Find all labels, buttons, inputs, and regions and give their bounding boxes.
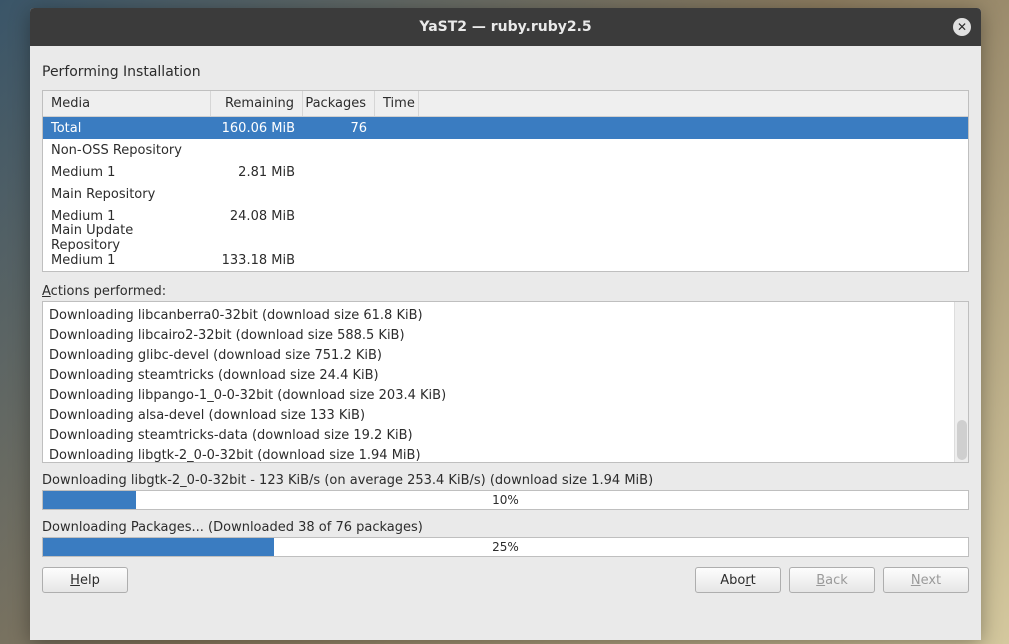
cell-media: Total <box>43 121 211 136</box>
actions-label-rest: ctions performed: <box>51 284 167 299</box>
table-row[interactable]: Medium 1133.18 MiB <box>43 249 968 271</box>
cell-media: Medium 1 <box>43 253 211 268</box>
next-button: Next <box>883 567 969 593</box>
content-area: Performing Installation Media Remaining … <box>30 46 981 640</box>
col-packages-header[interactable]: Packages <box>303 91 375 116</box>
titlebar: YaST2 — ruby.ruby2.5 ✕ <box>30 8 981 46</box>
table-body: Total160.06 MiB76 Non-OSS Repository Mediu… <box>43 117 968 271</box>
cell-packages: 76 <box>303 121 375 136</box>
current-download-progress: 10% <box>42 490 969 510</box>
cell-media: Main Repository <box>43 187 211 202</box>
cell-remaining: 2.81 MiB <box>211 165 303 180</box>
back-rest: ack <box>825 573 848 588</box>
log-line: Downloading steamtricks (download size 2… <box>49 366 948 386</box>
log-line: Downloading libgtk-2_0-0-32bit (download… <box>49 446 948 462</box>
actions-log-wrap: Downloading libcanberra0-32bit (download… <box>42 301 969 463</box>
overall-progress: 25% <box>42 537 969 557</box>
actions-label: Actions performed: <box>42 284 969 299</box>
close-icon[interactable]: ✕ <box>953 18 971 36</box>
back-accel: B <box>816 573 825 588</box>
table-row[interactable]: Total160.06 MiB76 <box>43 117 968 139</box>
actions-log: Downloading libcanberra0-32bit (download… <box>43 302 954 462</box>
cell-remaining: 160.06 MiB <box>211 121 303 136</box>
overall-percent: 25% <box>43 538 968 556</box>
next-accel: N <box>911 573 921 588</box>
page-title: Performing Installation <box>42 56 969 90</box>
help-accel: H <box>70 573 80 588</box>
help-button[interactable]: Help <box>42 567 128 593</box>
abort-suf: t <box>751 573 756 588</box>
current-download-status: Downloading libgtk-2_0-0-32bit - 123 KiB… <box>42 473 969 488</box>
cell-remaining: 24.08 MiB <box>211 209 303 224</box>
cell-remaining: 133.18 MiB <box>211 253 303 268</box>
table-row[interactable]: Medium 12.81 MiB <box>43 161 968 183</box>
cell-media: Non-OSS Repository <box>43 143 211 158</box>
log-line: Downloading steamtricks-data (download s… <box>49 426 948 446</box>
cell-media: Main Update Repository <box>43 223 211 253</box>
log-line: Downloading alsa-devel (download size 13… <box>49 406 948 426</box>
col-media-header[interactable]: Media <box>43 91 211 116</box>
abort-pre: Abo <box>720 573 745 588</box>
current-download-percent: 10% <box>43 491 968 509</box>
table-header: Media Remaining Packages Time <box>43 91 968 117</box>
log-line: Downloading libcanberra0-32bit (download… <box>49 306 948 326</box>
actions-accel: A <box>42 284 51 299</box>
media-table: Media Remaining Packages Time Total160.0… <box>42 90 969 272</box>
overall-status: Downloading Packages... (Downloaded 38 o… <box>42 520 969 535</box>
yast-window: YaST2 — ruby.ruby2.5 ✕ Performing Instal… <box>30 8 981 640</box>
cell-media: Medium 1 <box>43 209 211 224</box>
col-remaining-header[interactable]: Remaining <box>211 91 303 116</box>
button-row: Help Abort Back Next <box>42 557 969 593</box>
log-line: Downloading glibc-devel (download size 7… <box>49 346 948 366</box>
scroll-thumb[interactable] <box>957 420 967 460</box>
col-spacer <box>419 91 968 116</box>
help-rest: elp <box>80 573 100 588</box>
col-time-header[interactable]: Time <box>375 91 419 116</box>
log-line: Downloading libcairo2-32bit (download si… <box>49 326 948 346</box>
back-button: Back <box>789 567 875 593</box>
abort-button[interactable]: Abort <box>695 567 781 593</box>
table-row[interactable]: Main Update Repository <box>43 227 968 249</box>
table-row[interactable]: Main Repository <box>43 183 968 205</box>
cell-media: Medium 1 <box>43 165 211 180</box>
right-button-group: Abort Back Next <box>695 567 969 593</box>
log-line: Downloading libpango-1_0-0-32bit (downlo… <box>49 386 948 406</box>
window-title: YaST2 — ruby.ruby2.5 <box>419 19 591 35</box>
table-row[interactable]: Non-OSS Repository <box>43 139 968 161</box>
next-rest: ext <box>921 573 942 588</box>
log-scrollbar[interactable] <box>954 302 968 462</box>
